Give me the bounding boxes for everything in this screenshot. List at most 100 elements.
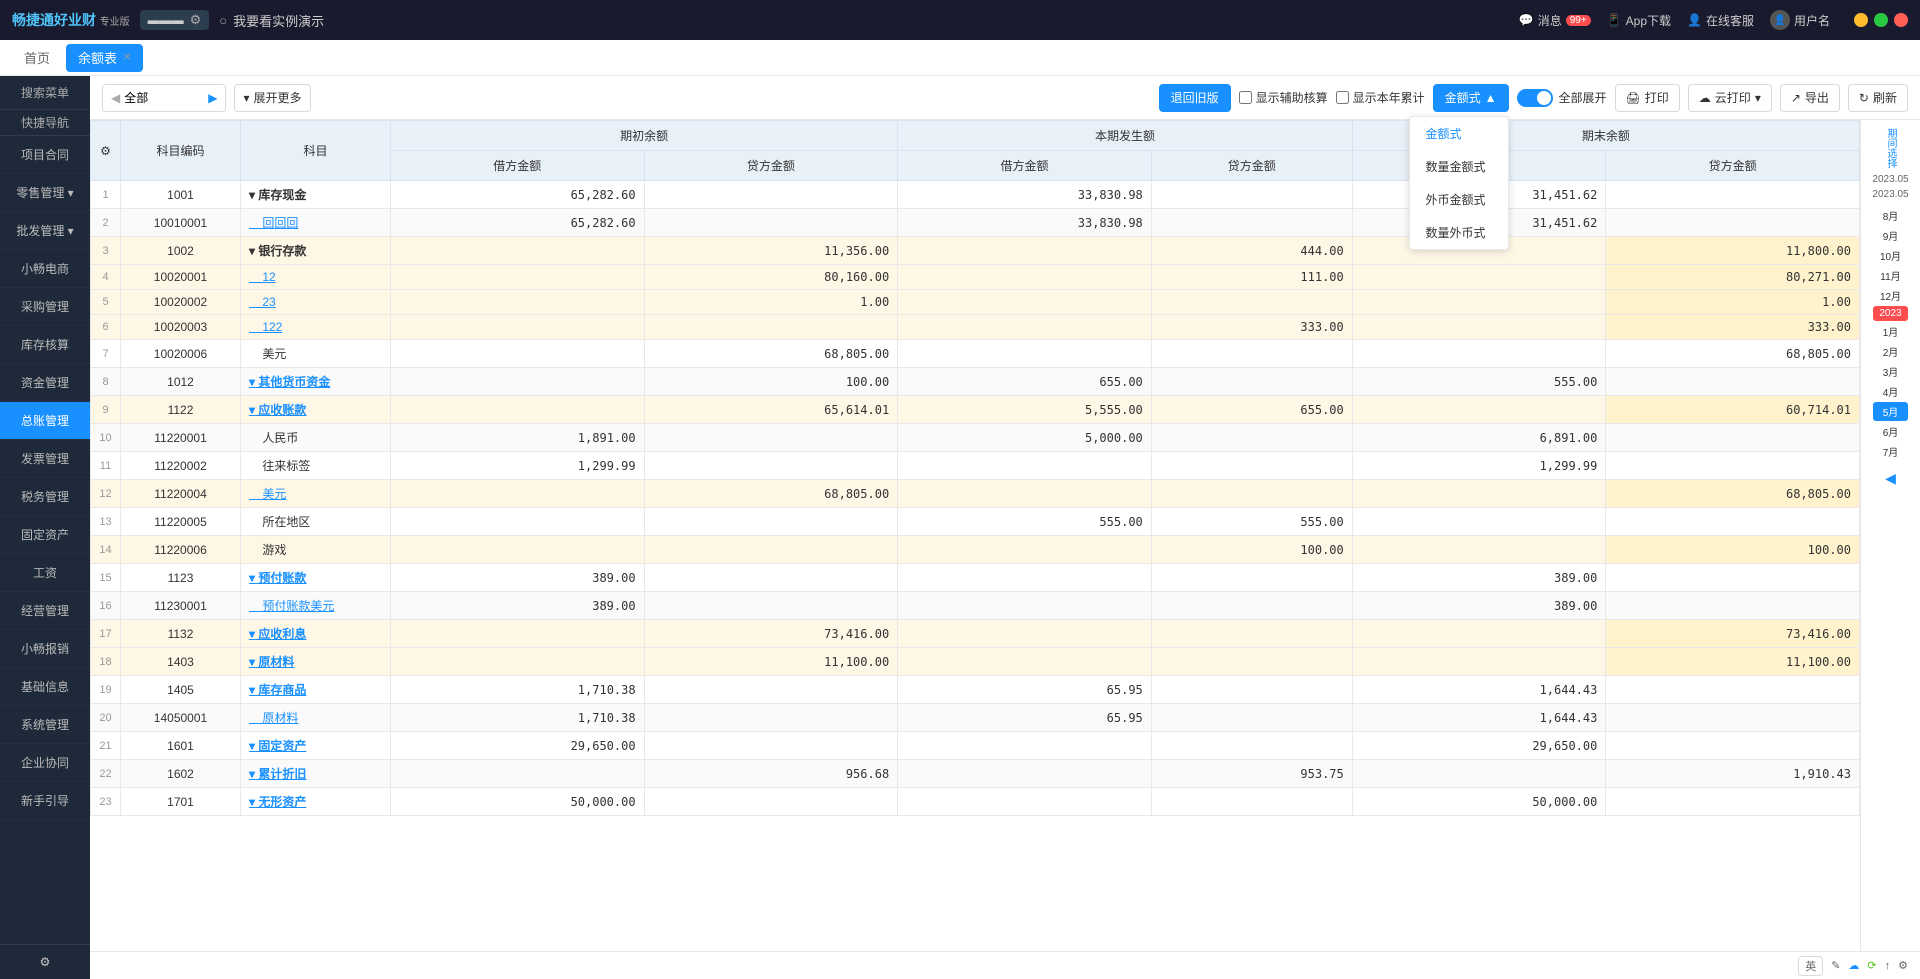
sidebar-item-purchase[interactable]: 采购管理: [0, 288, 90, 326]
table-settings-icon[interactable]: ⚙: [100, 144, 111, 158]
sidebar-item-ecommerce[interactable]: 小畅电商: [0, 250, 90, 288]
format-option-money[interactable]: 金额式: [1410, 117, 1508, 150]
current-credit-header: 贷方金额: [1151, 151, 1352, 181]
row-closing-credit: [1606, 676, 1860, 704]
show-year-checkbox[interactable]: 显示本年累计: [1336, 89, 1425, 106]
search-left-arrow[interactable]: ◀: [111, 91, 120, 105]
message-btn[interactable]: 💬 消息 99+: [1519, 12, 1591, 29]
search-input[interactable]: [124, 91, 204, 105]
cloud-print-btn[interactable]: ☁ 云打印 ▾: [1688, 84, 1772, 112]
month-item-4[interactable]: 4月: [1873, 382, 1907, 401]
month-item-2023[interactable]: 2023: [1873, 306, 1907, 321]
sidebar-item-expense[interactable]: 小畅报销: [0, 630, 90, 668]
format-dropdown-btn[interactable]: 金额式 ▲: [1433, 84, 1509, 112]
export-btn[interactable]: ↗ 导出: [1780, 84, 1840, 112]
sidebar-item-tax[interactable]: 税务管理: [0, 478, 90, 516]
row-name[interactable]: ▾ 其他货币资金: [241, 368, 391, 396]
month-item-3[interactable]: 3月: [1873, 362, 1907, 381]
search-box[interactable]: ◀ ▶: [102, 84, 226, 112]
tab-home[interactable]: 首页: [12, 44, 62, 72]
row-opening-credit: [644, 424, 898, 452]
sidebar-item-invoice[interactable]: 发票管理: [0, 440, 90, 478]
collapse-btn[interactable]: ◀: [1885, 470, 1896, 487]
row-name[interactable]: 122: [241, 315, 391, 340]
sidebar-item-project[interactable]: 项目合同: [0, 136, 90, 174]
row-name[interactable]: ▾ 应收利息: [241, 620, 391, 648]
sidebar-item-capital[interactable]: 资金管理: [0, 364, 90, 402]
main-layout: 搜索菜单 快捷导航 项目合同 零售管理 ▾ 批发管理 ▾ 小畅电商 采购管理 库…: [0, 76, 1920, 979]
row-closing-credit: [1606, 452, 1860, 480]
row-name[interactable]: 12: [241, 265, 391, 290]
row-closing-debit: [1352, 396, 1606, 424]
sidebar-settings[interactable]: ⚙: [0, 944, 90, 979]
app-download-btn[interactable]: 📱 App下载: [1607, 12, 1671, 29]
month-item-8[interactable]: 8月: [1873, 206, 1907, 225]
row-closing-debit: 1,644.43: [1352, 704, 1606, 732]
sidebar-quick-nav[interactable]: 快捷导航: [0, 110, 90, 136]
row-name[interactable]: ▾ 无形资产: [241, 788, 391, 816]
settings-header[interactable]: ⚙: [91, 121, 121, 181]
expand-all-toggle[interactable]: 全部展开: [1517, 89, 1607, 107]
window-minimize-btn[interactable]: —: [1854, 13, 1868, 27]
format-option-foreign-money[interactable]: 外币金额式: [1410, 183, 1508, 216]
row-name[interactable]: 原材料: [241, 704, 391, 732]
status-icons: 英 ✎ ☁ ⟳ ↑ ⚙: [1798, 956, 1908, 976]
row-current-debit: 5,000.00: [898, 424, 1152, 452]
back-old-version-btn[interactable]: 退回旧版: [1159, 84, 1231, 112]
row-name[interactable]: ▾ 原材料: [241, 648, 391, 676]
month-item-6[interactable]: 6月: [1873, 422, 1907, 441]
sidebar-item-assets[interactable]: 固定资产: [0, 516, 90, 554]
show-auxiliary-checkbox[interactable]: 显示辅助核算: [1239, 89, 1328, 106]
period-selector-label[interactable]: 期间选择: [1879, 124, 1902, 172]
print-btn[interactable]: 🖨 打印: [1615, 84, 1680, 112]
gear-icon[interactable]: ⚙: [190, 12, 202, 28]
sidebar-item-collab[interactable]: 企业协同: [0, 744, 90, 782]
sidebar-item-management[interactable]: 经营管理: [0, 592, 90, 630]
month-item-5[interactable]: 5月: [1873, 402, 1907, 421]
row-name[interactable]: 预付账款美元: [241, 592, 391, 620]
row-closing-credit: [1606, 209, 1860, 237]
sidebar-item-inventory[interactable]: 库存核算: [0, 326, 90, 364]
month-item-2[interactable]: 2月: [1873, 342, 1907, 361]
row-name[interactable]: ▾ 固定资产: [241, 732, 391, 760]
month-item-9[interactable]: 9月: [1873, 226, 1907, 245]
search-right-arrow[interactable]: ▶: [208, 91, 217, 105]
sidebar-item-basic[interactable]: 基础信息: [0, 668, 90, 706]
lang-btn[interactable]: 英: [1798, 956, 1823, 976]
month-item-12[interactable]: 12月: [1873, 286, 1907, 305]
row-name[interactable]: ▾ 库存商品: [241, 676, 391, 704]
expand-more-btn[interactable]: ▾ 展开更多: [234, 84, 310, 112]
table-container[interactable]: ⚙ 科目编码 科目 期初余额 本期发生额 期末余额 借方金额 贷方金额: [90, 120, 1860, 951]
period-year-1: 2023.05: [1870, 172, 1910, 187]
month-item-7[interactable]: 7月: [1873, 442, 1907, 461]
row-name[interactable]: 23: [241, 290, 391, 315]
sidebar-item-guide[interactable]: 新手引导: [0, 782, 90, 820]
row-closing-credit: 60,714.01: [1606, 396, 1860, 424]
demo-link[interactable]: ○ 我要看实例演示: [219, 11, 324, 30]
format-option-qty-money[interactable]: 数量金额式: [1410, 150, 1508, 183]
window-close-btn[interactable]: ✕: [1894, 13, 1908, 27]
sidebar-item-wholesale[interactable]: 批发管理 ▾: [0, 212, 90, 250]
sidebar-item-system[interactable]: 系统管理: [0, 706, 90, 744]
month-item-10[interactable]: 10月: [1873, 246, 1907, 265]
month-item-1[interactable]: 1月: [1873, 322, 1907, 341]
row-name[interactable]: ▾ 预付账款: [241, 564, 391, 592]
row-name[interactable]: ▾ 累计折旧: [241, 760, 391, 788]
tab-close-btn[interactable]: ✕: [123, 52, 131, 63]
sidebar-search[interactable]: 搜索菜单: [0, 76, 90, 110]
online-service-btn[interactable]: 👤 在线客服: [1687, 12, 1754, 29]
month-item-11[interactable]: 11月: [1873, 266, 1907, 285]
user-avatar[interactable]: 👤 用户名: [1770, 10, 1830, 30]
tab-balance-sheet[interactable]: 余额表 ✕: [66, 44, 143, 72]
refresh-btn[interactable]: ↻ 刷新: [1848, 84, 1908, 112]
window-maximize-btn[interactable]: □: [1874, 13, 1888, 27]
format-option-qty-foreign[interactable]: 数量外币式: [1410, 216, 1508, 249]
sidebar-item-retail[interactable]: 零售管理 ▾: [0, 174, 90, 212]
sidebar-item-ledger[interactable]: 总账管理: [0, 402, 90, 440]
title-bar-input[interactable]: ▬▬▬ ⚙: [140, 10, 210, 30]
row-name[interactable]: 回回回: [241, 209, 391, 237]
row-name[interactable]: 美元: [241, 480, 391, 508]
row-name[interactable]: ▾ 应收账款: [241, 396, 391, 424]
row-closing-debit: [1352, 290, 1606, 315]
sidebar-item-payroll[interactable]: 工资: [0, 554, 90, 592]
